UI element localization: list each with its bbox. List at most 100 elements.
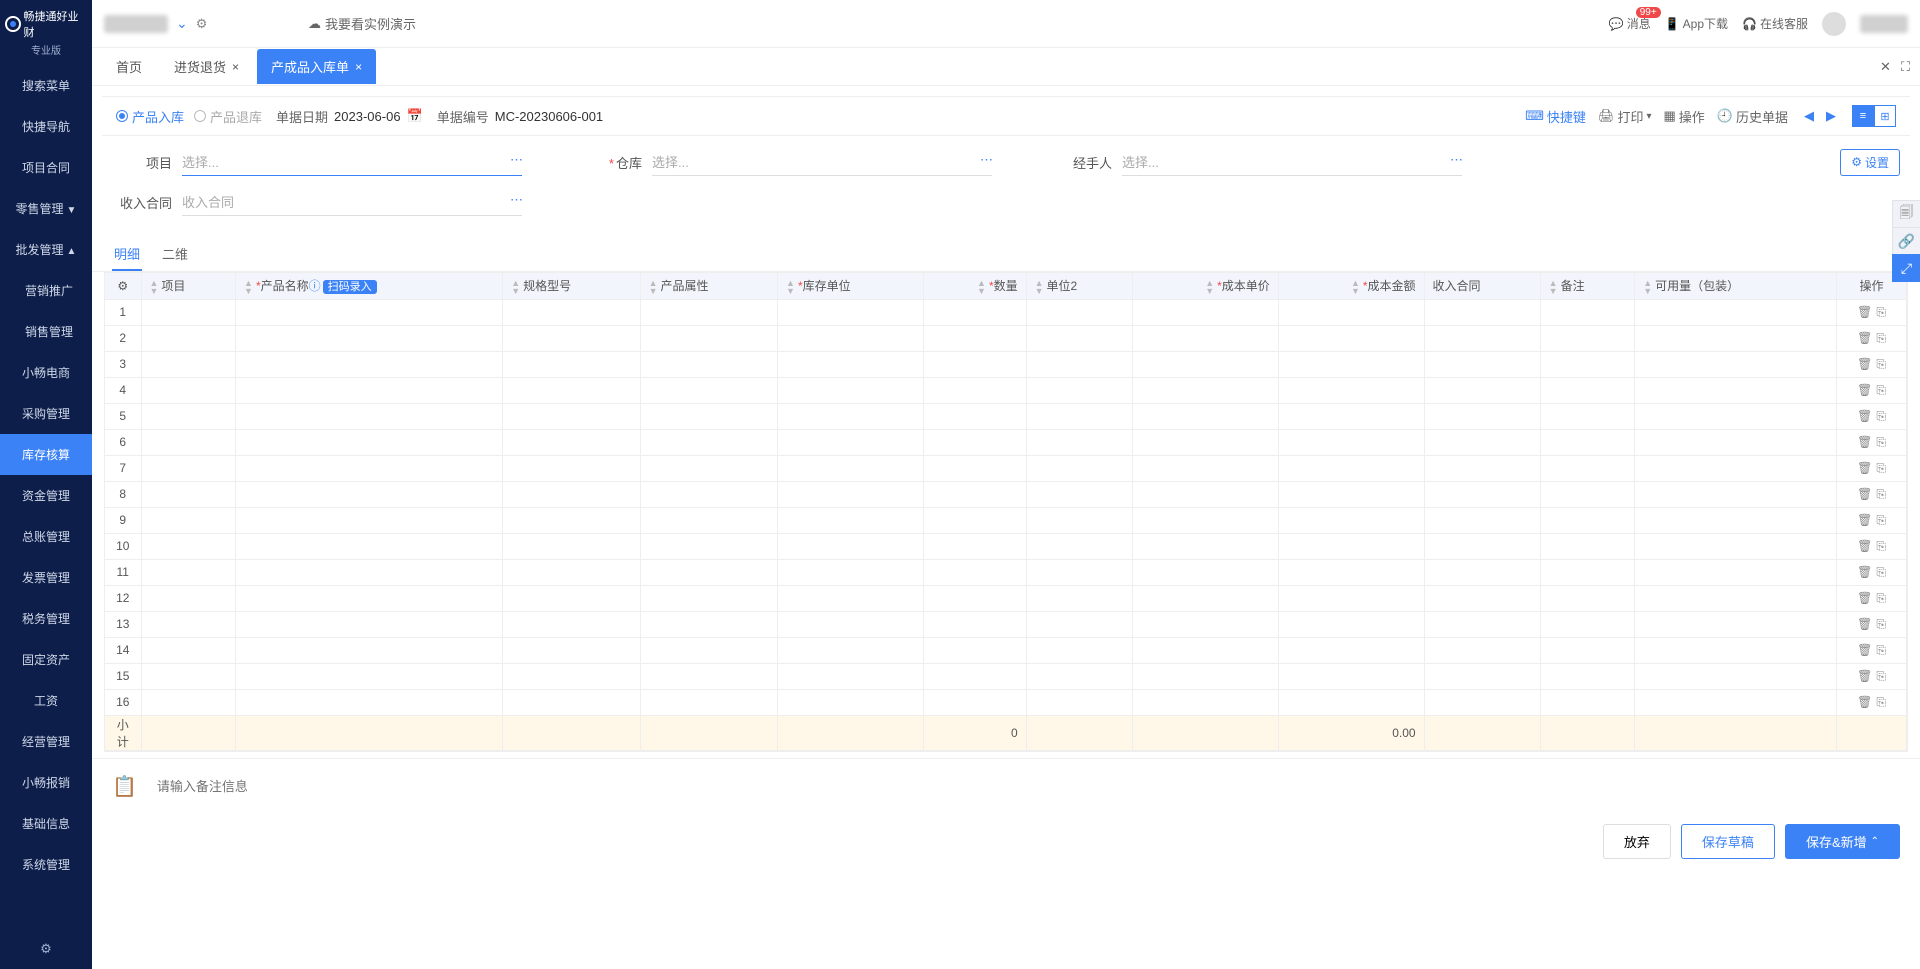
- gear-icon[interactable]: ⚙: [196, 16, 208, 32]
- sidebar-item-4[interactable]: 批发管理▲: [0, 229, 92, 270]
- col-attr[interactable]: ▲▼产品属性: [640, 273, 777, 299]
- table-row[interactable]: 11🗑⎘: [105, 559, 1907, 585]
- close-all-icon[interactable]: ✕: [1880, 59, 1891, 75]
- sidebar-item-7[interactable]: 小畅电商: [0, 352, 92, 393]
- sidebar-item-12[interactable]: 发票管理: [0, 557, 92, 598]
- col-spec[interactable]: ▲▼规格型号: [503, 273, 640, 299]
- table-row[interactable]: 15🗑⎘: [105, 663, 1907, 689]
- tab-close-icon[interactable]: ×: [355, 60, 362, 74]
- float-attach-icon[interactable]: 🔗: [1892, 227, 1920, 255]
- discard-button[interactable]: 放弃: [1603, 824, 1671, 859]
- table-row[interactable]: 5🗑⎘: [105, 403, 1907, 429]
- copy-row-icon[interactable]: ⎘: [1876, 461, 1886, 475]
- app-download-button[interactable]: 📱 App下载: [1665, 15, 1728, 32]
- delete-row-icon[interactable]: 🗑: [1857, 305, 1872, 319]
- tab-1[interactable]: 进货退货×: [160, 49, 253, 84]
- avatar[interactable]: [1822, 12, 1846, 36]
- sidebar-item-8[interactable]: 采购管理: [0, 393, 92, 434]
- delete-row-icon[interactable]: 🗑: [1857, 513, 1872, 527]
- warehouse-input[interactable]: 选择...⋯: [652, 148, 992, 176]
- delete-row-icon[interactable]: 🗑: [1857, 435, 1872, 449]
- delete-row-icon[interactable]: 🗑: [1857, 669, 1872, 683]
- copy-row-icon[interactable]: ⎘: [1876, 565, 1886, 579]
- sidebar-item-13[interactable]: 税务管理: [0, 598, 92, 639]
- save-draft-button[interactable]: 保存草稿: [1681, 824, 1775, 859]
- tab-2[interactable]: 产成品入库单×: [257, 49, 376, 84]
- view-card-icon[interactable]: ⊞: [1874, 105, 1896, 127]
- sidebar-item-14[interactable]: 固定资产: [0, 639, 92, 680]
- copy-row-icon[interactable]: ⎘: [1876, 695, 1886, 709]
- delete-row-icon[interactable]: 🗑: [1857, 461, 1872, 475]
- delete-row-icon[interactable]: 🗑: [1857, 357, 1872, 371]
- copy-row-icon[interactable]: ⎘: [1876, 409, 1886, 423]
- delete-row-icon[interactable]: 🗑: [1857, 409, 1872, 423]
- delete-row-icon[interactable]: 🗑: [1857, 565, 1872, 579]
- sidebar-item-3[interactable]: 零售管理▼: [0, 188, 92, 229]
- project-input[interactable]: 选择...⋯: [182, 148, 522, 176]
- sidebar-item-16[interactable]: 经营管理: [0, 721, 92, 762]
- copy-row-icon[interactable]: ⎘: [1876, 383, 1886, 397]
- table-row[interactable]: 16🗑⎘: [105, 689, 1907, 715]
- table-row[interactable]: 10🗑⎘: [105, 533, 1907, 559]
- print-button[interactable]: 🖨打印▾: [1598, 107, 1652, 126]
- copy-row-icon[interactable]: ⎘: [1876, 591, 1886, 605]
- col-remark[interactable]: ▲▼备注: [1540, 273, 1635, 299]
- history-button[interactable]: 🕘历史单据: [1717, 107, 1788, 126]
- float-help-icon[interactable]: 🗐: [1892, 200, 1920, 228]
- delete-row-icon[interactable]: 🗑: [1857, 539, 1872, 553]
- col-cost-amount[interactable]: ▲▼*成本金额: [1278, 273, 1424, 299]
- view-list-icon[interactable]: ≡: [1852, 105, 1874, 127]
- settings-button[interactable]: ⚙设置: [1840, 149, 1900, 176]
- sidebar-item-17[interactable]: 小畅报销: [0, 762, 92, 803]
- delete-row-icon[interactable]: 🗑: [1857, 591, 1872, 605]
- delete-row-icon[interactable]: 🗑: [1857, 695, 1872, 709]
- sidebar-item-19[interactable]: 系统管理: [0, 844, 92, 885]
- sidebar-settings-icon[interactable]: ⚙: [0, 929, 92, 969]
- tab-0[interactable]: 首页: [102, 49, 156, 84]
- copy-row-icon[interactable]: ⎘: [1876, 539, 1886, 553]
- operate-button[interactable]: ▦操作: [1663, 107, 1704, 126]
- fullscreen-icon[interactable]: ⛶: [1901, 59, 1910, 75]
- sidebar-item-1[interactable]: 快捷导航: [0, 106, 92, 147]
- copy-row-icon[interactable]: ⎘: [1876, 669, 1886, 683]
- sidebar-item-18[interactable]: 基础信息: [0, 803, 92, 844]
- demo-link[interactable]: ☁ 我要看实例演示: [308, 14, 416, 33]
- delete-row-icon[interactable]: 🗑: [1857, 487, 1872, 501]
- sidebar-item-5[interactable]: 营销推广: [0, 270, 92, 311]
- radio-product-out[interactable]: 产品退库: [194, 107, 262, 126]
- next-doc-icon[interactable]: ▶: [1822, 108, 1840, 124]
- copy-row-icon[interactable]: ⎘: [1876, 331, 1886, 345]
- sidebar-item-15[interactable]: 工资: [0, 680, 92, 721]
- message-button[interactable]: 💬 消息 99+: [1609, 15, 1651, 32]
- tab-close-icon[interactable]: ×: [232, 60, 239, 74]
- subtab-detail[interactable]: 明细: [112, 238, 142, 271]
- table-row[interactable]: 13🗑⎘: [105, 611, 1907, 637]
- sidebar-item-10[interactable]: 资金管理: [0, 475, 92, 516]
- delete-row-icon[interactable]: 🗑: [1857, 643, 1872, 657]
- copy-row-icon[interactable]: ⎘: [1876, 643, 1886, 657]
- delete-row-icon[interactable]: 🗑: [1857, 617, 1872, 631]
- table-row[interactable]: 3🗑⎘: [105, 351, 1907, 377]
- save-new-button[interactable]: 保存&新增⌃: [1785, 824, 1900, 859]
- table-row[interactable]: 1🗑⎘: [105, 299, 1907, 325]
- sidebar-item-9[interactable]: 库存核算: [0, 434, 92, 475]
- table-row[interactable]: 2🗑⎘: [105, 325, 1907, 351]
- table-row[interactable]: 8🗑⎘: [105, 481, 1907, 507]
- table-row[interactable]: 12🗑⎘: [105, 585, 1907, 611]
- copy-row-icon[interactable]: ⎘: [1876, 305, 1886, 319]
- col-product-name[interactable]: ▲▼*产品名称ⓘ扫码录入: [236, 273, 503, 299]
- copy-row-icon[interactable]: ⎘: [1876, 513, 1886, 527]
- float-expand-icon[interactable]: ⤢: [1892, 254, 1920, 282]
- memo-input[interactable]: [151, 773, 1900, 800]
- copy-row-icon[interactable]: ⎘: [1876, 487, 1886, 501]
- copy-row-icon[interactable]: ⎘: [1876, 357, 1886, 371]
- delete-row-icon[interactable]: 🗑: [1857, 331, 1872, 345]
- quickkey-button[interactable]: ⌨快捷键: [1525, 107, 1586, 126]
- delete-row-icon[interactable]: 🗑: [1857, 383, 1872, 397]
- copy-row-icon[interactable]: ⎘: [1876, 617, 1886, 631]
- contract-input[interactable]: 收入合同⋯: [182, 188, 522, 216]
- sidebar-item-6[interactable]: 销售管理: [0, 311, 92, 352]
- col-contract[interactable]: 收入合同: [1424, 273, 1540, 299]
- table-row[interactable]: 9🗑⎘: [105, 507, 1907, 533]
- calendar-icon[interactable]: 📅: [407, 108, 423, 124]
